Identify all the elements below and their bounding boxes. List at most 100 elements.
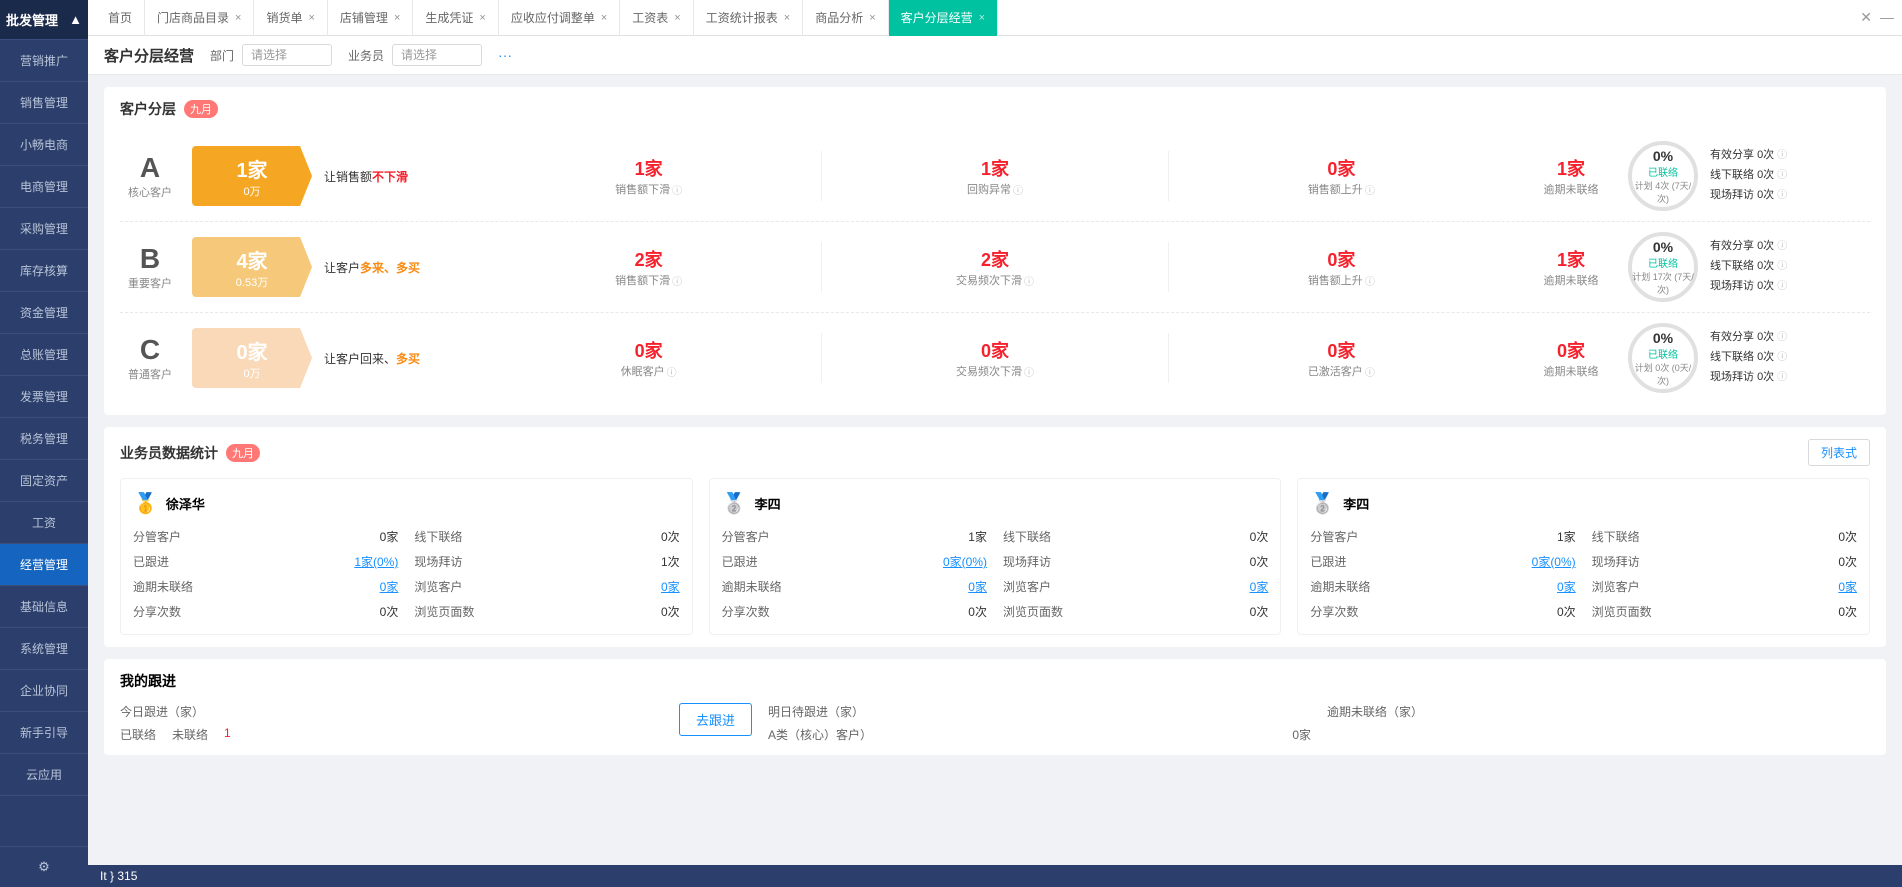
today-followup-col: 今日跟进（家） 已联络 未联络 1: [120, 703, 663, 743]
sidebar-item-固定资产[interactable]: 固定资产: [0, 460, 88, 502]
tab-门店商品目录[interactable]: 门店商品目录×: [145, 0, 254, 36]
sidebar-item-资金管理[interactable]: 资金管理: [0, 292, 88, 334]
close-window-icon[interactable]: ✕: [1860, 9, 1872, 26]
agent-stat-label: 线下联络: [414, 528, 462, 545]
tier-name: 普通客户: [120, 366, 180, 382]
agent-stat-value[interactable]: 0家: [968, 578, 987, 595]
tab-客户分层经营[interactable]: 客户分层经营×: [889, 0, 998, 36]
tab-应收应付调整单[interactable]: 应收应付调整单×: [499, 0, 620, 36]
info-icon[interactable]: ⓘ: [1777, 170, 1787, 181]
tab-店铺管理[interactable]: 店铺管理×: [328, 0, 413, 36]
sidebar-item-库存核算[interactable]: 库存核算: [0, 250, 88, 292]
minimize-icon[interactable]: —: [1880, 9, 1894, 26]
sidebar-item-小畅电商[interactable]: 小畅电商: [0, 124, 88, 166]
info-icon[interactable]: ⓘ: [1777, 352, 1787, 363]
tier-circle-pct: 0%: [1653, 330, 1673, 346]
info-icon[interactable]: ⓘ: [1365, 182, 1375, 197]
agent-stat-value[interactable]: 0家(0%): [943, 553, 987, 570]
tab-商品分析[interactable]: 商品分析×: [803, 0, 888, 36]
tab-生成凭证[interactable]: 生成凭证×: [413, 0, 498, 36]
tab-actions[interactable]: ✕ —: [1860, 9, 1894, 26]
tier-count-value: 0家: [236, 336, 267, 365]
customer-section-title: 客户分层: [120, 99, 176, 119]
tier-circle-B: 0%已联络计划 17次 (7天/次): [1628, 232, 1698, 302]
sidebar-item-基础信息[interactable]: 基础信息: [0, 586, 88, 628]
info-icon[interactable]: ⓘ: [1777, 241, 1787, 252]
agent-stat-value[interactable]: 0家: [661, 578, 680, 595]
tab-close-icon[interactable]: ×: [394, 12, 400, 24]
info-icon[interactable]: ⓘ: [1777, 281, 1787, 292]
sidebar-item-总账管理[interactable]: 总账管理: [0, 334, 88, 376]
sidebar-item-工资[interactable]: 工资: [0, 502, 88, 544]
tab-close-icon[interactable]: ×: [479, 12, 485, 24]
tab-首页[interactable]: 首页: [96, 0, 145, 36]
dept-select[interactable]: 请选择: [242, 44, 332, 66]
agent-stat-row: 分管客户0家: [133, 526, 398, 547]
info-icon[interactable]: ⓘ: [672, 273, 682, 288]
sidebar-item-经营管理[interactable]: 经营管理: [0, 544, 88, 586]
info-icon[interactable]: ⓘ: [1777, 372, 1787, 383]
agent-stat-value[interactable]: 0家: [380, 578, 399, 595]
tab-close-icon[interactable]: ×: [784, 12, 790, 24]
content-area: 客户分层 九月 A核心客户1家0万让销售额不下滑1家销售额下滑 ⓘ1家回购异常 …: [88, 75, 1902, 865]
sidebar-item-税务管理[interactable]: 税务管理: [0, 418, 88, 460]
dept-filter-group: 部门 请选择: [210, 44, 332, 66]
more-filters-icon[interactable]: ···: [498, 47, 512, 63]
sidebar-item-发票管理[interactable]: 发票管理: [0, 376, 88, 418]
agent-select[interactable]: 请选择: [392, 44, 482, 66]
sidebar-item-采购管理[interactable]: 采购管理: [0, 208, 88, 250]
agent-stat-value[interactable]: 0家(0%): [1532, 553, 1576, 570]
agent-stats-grid-1: 分管客户1家线下联络0次已跟进0家(0%)现场拜访0次逾期未联络0家浏览客户0家…: [722, 526, 1269, 622]
sidebar-item-云应用[interactable]: 云应用: [0, 754, 88, 796]
info-icon[interactable]: ⓘ: [667, 364, 677, 379]
agent-stat-value[interactable]: 0家: [1250, 578, 1269, 595]
tier-stat-item: 1家销售额下滑 ⓘ: [476, 151, 822, 201]
info-icon[interactable]: ⓘ: [1777, 150, 1787, 161]
tier-circle-label: 已联络: [1648, 255, 1678, 270]
sidebar-settings[interactable]: ⚙: [0, 846, 88, 887]
sidebar-item-新手引导[interactable]: 新手引导: [0, 712, 88, 754]
sidebar-item-系统管理[interactable]: 系统管理: [0, 628, 88, 670]
tier-right-stat-row: 有效分享 0次 ⓘ: [1710, 237, 1870, 257]
info-icon[interactable]: ⓘ: [1024, 273, 1034, 288]
tab-close-icon[interactable]: ×: [674, 12, 680, 24]
sidebar-item-销售管理[interactable]: 销售管理: [0, 82, 88, 124]
info-icon[interactable]: ⓘ: [1777, 332, 1787, 343]
tab-close-icon[interactable]: ×: [601, 12, 607, 24]
tier-contact-value: 1家: [1526, 246, 1616, 272]
agent-stat-value[interactable]: 0家: [1838, 578, 1857, 595]
tier-name: 重要客户: [120, 275, 180, 291]
agent-stat-label: 线下联络: [1592, 528, 1640, 545]
sidebar-item-电商管理[interactable]: 电商管理: [0, 166, 88, 208]
tier-contact-C: 0家逾期未联络: [1526, 337, 1616, 379]
goto-followup-button[interactable]: 去跟进: [679, 703, 752, 736]
info-icon[interactable]: ⓘ: [1777, 190, 1787, 201]
info-icon[interactable]: ⓘ: [1013, 182, 1023, 197]
list-view-button[interactable]: 列表式: [1808, 439, 1870, 466]
sidebar-item-营销推广[interactable]: 营销推广: [0, 40, 88, 82]
tier-stat-value: 2家: [830, 246, 1159, 272]
tab-工资表[interactable]: 工资表×: [620, 0, 693, 36]
biz-title-group: 业务员数据统计 九月: [120, 443, 260, 463]
sidebar-top[interactable]: 批发管理 ▲: [0, 0, 88, 40]
info-icon[interactable]: ⓘ: [1024, 364, 1034, 379]
agent-stat-value[interactable]: 1家(0%): [354, 553, 398, 570]
tab-close-icon[interactable]: ×: [235, 12, 241, 24]
tab-close-icon[interactable]: ×: [308, 12, 314, 24]
sidebar-collapse-icon[interactable]: ▲: [69, 12, 82, 27]
tab-工资统计报表[interactable]: 工资统计报表×: [694, 0, 803, 36]
tier-right-stat-row: 线下联络 0次 ⓘ: [1710, 348, 1870, 368]
agent-stat-value[interactable]: 0家: [1557, 578, 1576, 595]
info-icon[interactable]: ⓘ: [1777, 261, 1787, 272]
tab-close-icon[interactable]: ×: [869, 12, 875, 24]
tab-close-icon[interactable]: ×: [979, 12, 985, 24]
agent-stat-label: 逾期未联络: [1310, 578, 1370, 595]
info-icon[interactable]: ⓘ: [672, 182, 682, 197]
info-icon[interactable]: ⓘ: [1365, 364, 1375, 379]
bottom-hint-text: It } 315: [100, 869, 137, 883]
tier-stat-label: 销售额上升 ⓘ: [1177, 272, 1506, 288]
agent-stat-row: 线下联络0次: [1592, 526, 1857, 547]
sidebar-item-企业协同[interactable]: 企业协同: [0, 670, 88, 712]
tab-销货单[interactable]: 销货单×: [254, 0, 327, 36]
info-icon[interactable]: ⓘ: [1365, 273, 1375, 288]
